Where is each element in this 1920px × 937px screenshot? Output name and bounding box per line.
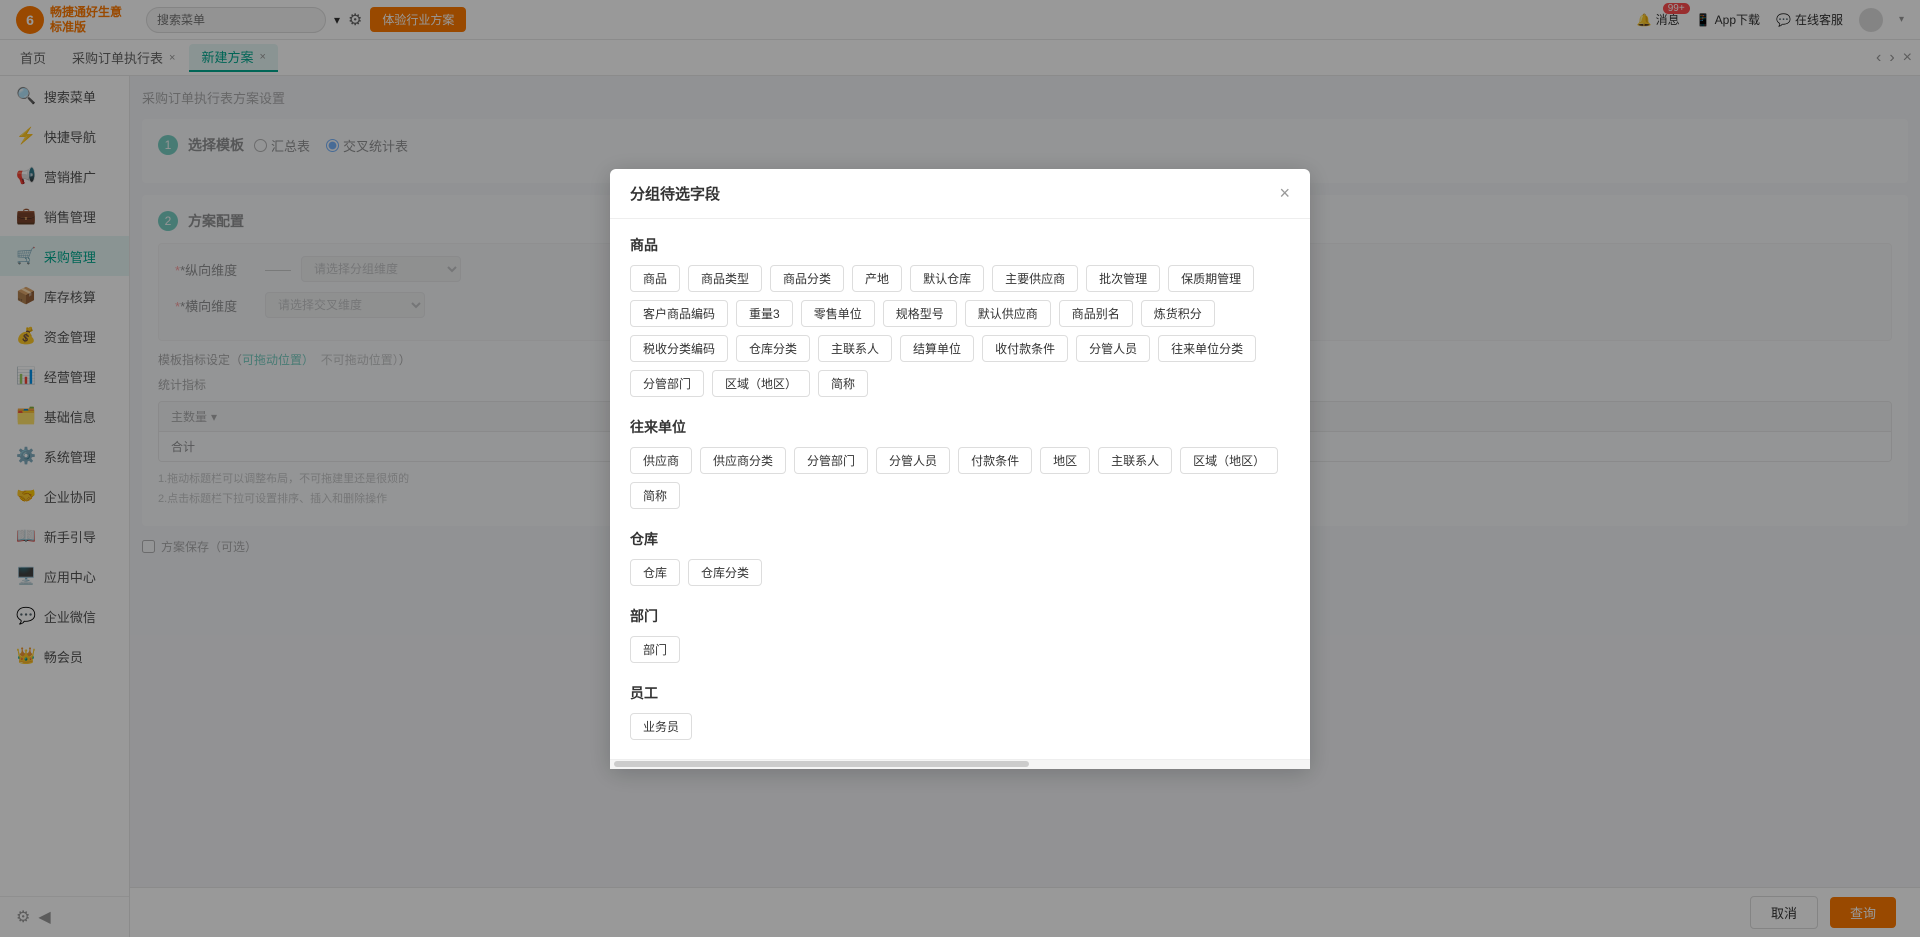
field-group-product: 商品 商品 商品类型 商品分类 产地 默认仓库 主要供应商 批次管理 保质期管理… <box>630 235 1290 397</box>
field-group-employee-title: 员工 <box>630 683 1290 703</box>
field-chip[interactable]: 主联系人 <box>818 335 892 362</box>
field-chip[interactable]: 商品 <box>630 265 680 292</box>
field-chip[interactable]: 默认仓库 <box>910 265 984 292</box>
field-chip[interactable]: 产地 <box>852 265 902 292</box>
field-chip[interactable]: 重量3 <box>736 300 793 327</box>
field-chip[interactable]: 分管人员 <box>876 447 950 474</box>
field-chip[interactable]: 默认供应商 <box>965 300 1051 327</box>
field-chip[interactable]: 分管部门 <box>794 447 868 474</box>
field-chip[interactable]: 规格型号 <box>883 300 957 327</box>
field-chip[interactable]: 炼货积分 <box>1141 300 1215 327</box>
field-chip[interactable]: 仓库分类 <box>736 335 810 362</box>
field-chip[interactable]: 保质期管理 <box>1168 265 1254 292</box>
field-chip[interactable]: 区域（地区） <box>712 370 810 397</box>
field-chip[interactable]: 主联系人 <box>1098 447 1172 474</box>
field-chip[interactable]: 客户商品编码 <box>630 300 728 327</box>
field-chip[interactable]: 主要供应商 <box>992 265 1078 292</box>
field-chip[interactable]: 付款条件 <box>958 447 1032 474</box>
field-chip[interactable]: 部门 <box>630 636 680 663</box>
field-chip[interactable]: 供应商 <box>630 447 692 474</box>
field-chip[interactable]: 批次管理 <box>1086 265 1160 292</box>
modal-header: 分组待选字段 × <box>610 169 1310 219</box>
field-chip[interactable]: 简称 <box>630 482 680 509</box>
field-chip[interactable]: 区域（地区） <box>1180 447 1278 474</box>
field-chip[interactable]: 业务员 <box>630 713 692 740</box>
field-chip[interactable]: 商品别名 <box>1059 300 1133 327</box>
field-chip[interactable]: 商品类型 <box>688 265 762 292</box>
field-chip[interactable]: 仓库分类 <box>688 559 762 586</box>
hscroll-thumb[interactable] <box>614 761 1029 767</box>
field-chip[interactable]: 往来单位分类 <box>1158 335 1256 362</box>
field-group-dept-title: 部门 <box>630 606 1290 626</box>
field-group-counterparty: 往来单位 供应商 供应商分类 分管部门 分管人员 付款条件 地区 主联系人 区域… <box>630 417 1290 509</box>
field-chips-counterparty: 供应商 供应商分类 分管部门 分管人员 付款条件 地区 主联系人 区域（地区） … <box>630 447 1290 509</box>
modal-overlay: 分组待选字段 × 商品 商品 商品类型 商品分类 产地 默认仓库 主要供应商 批… <box>0 0 1920 937</box>
modal-hscroll <box>610 759 1310 769</box>
field-chip[interactable]: 分管人员 <box>1076 335 1150 362</box>
field-chips-product: 商品 商品类型 商品分类 产地 默认仓库 主要供应商 批次管理 保质期管理 客户… <box>630 265 1290 397</box>
field-chip[interactable]: 零售单位 <box>801 300 875 327</box>
field-chip[interactable]: 收付款条件 <box>982 335 1068 362</box>
field-chip[interactable]: 结算单位 <box>900 335 974 362</box>
field-chips-warehouse: 仓库 仓库分类 <box>630 559 1290 586</box>
modal-dialog: 分组待选字段 × 商品 商品 商品类型 商品分类 产地 默认仓库 主要供应商 批… <box>610 169 1310 769</box>
field-chip[interactable]: 简称 <box>818 370 868 397</box>
field-chips-dept: 部门 <box>630 636 1290 663</box>
field-chip[interactable]: 供应商分类 <box>700 447 786 474</box>
field-group-dept: 部门 部门 <box>630 606 1290 663</box>
field-chip[interactable]: 分管部门 <box>630 370 704 397</box>
modal-body: 商品 商品 商品类型 商品分类 产地 默认仓库 主要供应商 批次管理 保质期管理… <box>610 219 1310 759</box>
modal-close-button[interactable]: × <box>1279 183 1290 204</box>
modal-title: 分组待选字段 <box>630 183 720 204</box>
field-group-counterparty-title: 往来单位 <box>630 417 1290 437</box>
field-chip[interactable]: 地区 <box>1040 447 1090 474</box>
field-chip[interactable]: 仓库 <box>630 559 680 586</box>
field-group-warehouse: 仓库 仓库 仓库分类 <box>630 529 1290 586</box>
field-group-product-title: 商品 <box>630 235 1290 255</box>
field-chip[interactable]: 商品分类 <box>770 265 844 292</box>
field-group-warehouse-title: 仓库 <box>630 529 1290 549</box>
field-chip[interactable]: 税收分类编码 <box>630 335 728 362</box>
field-group-employee: 员工 业务员 <box>630 683 1290 740</box>
field-chips-employee: 业务员 <box>630 713 1290 740</box>
